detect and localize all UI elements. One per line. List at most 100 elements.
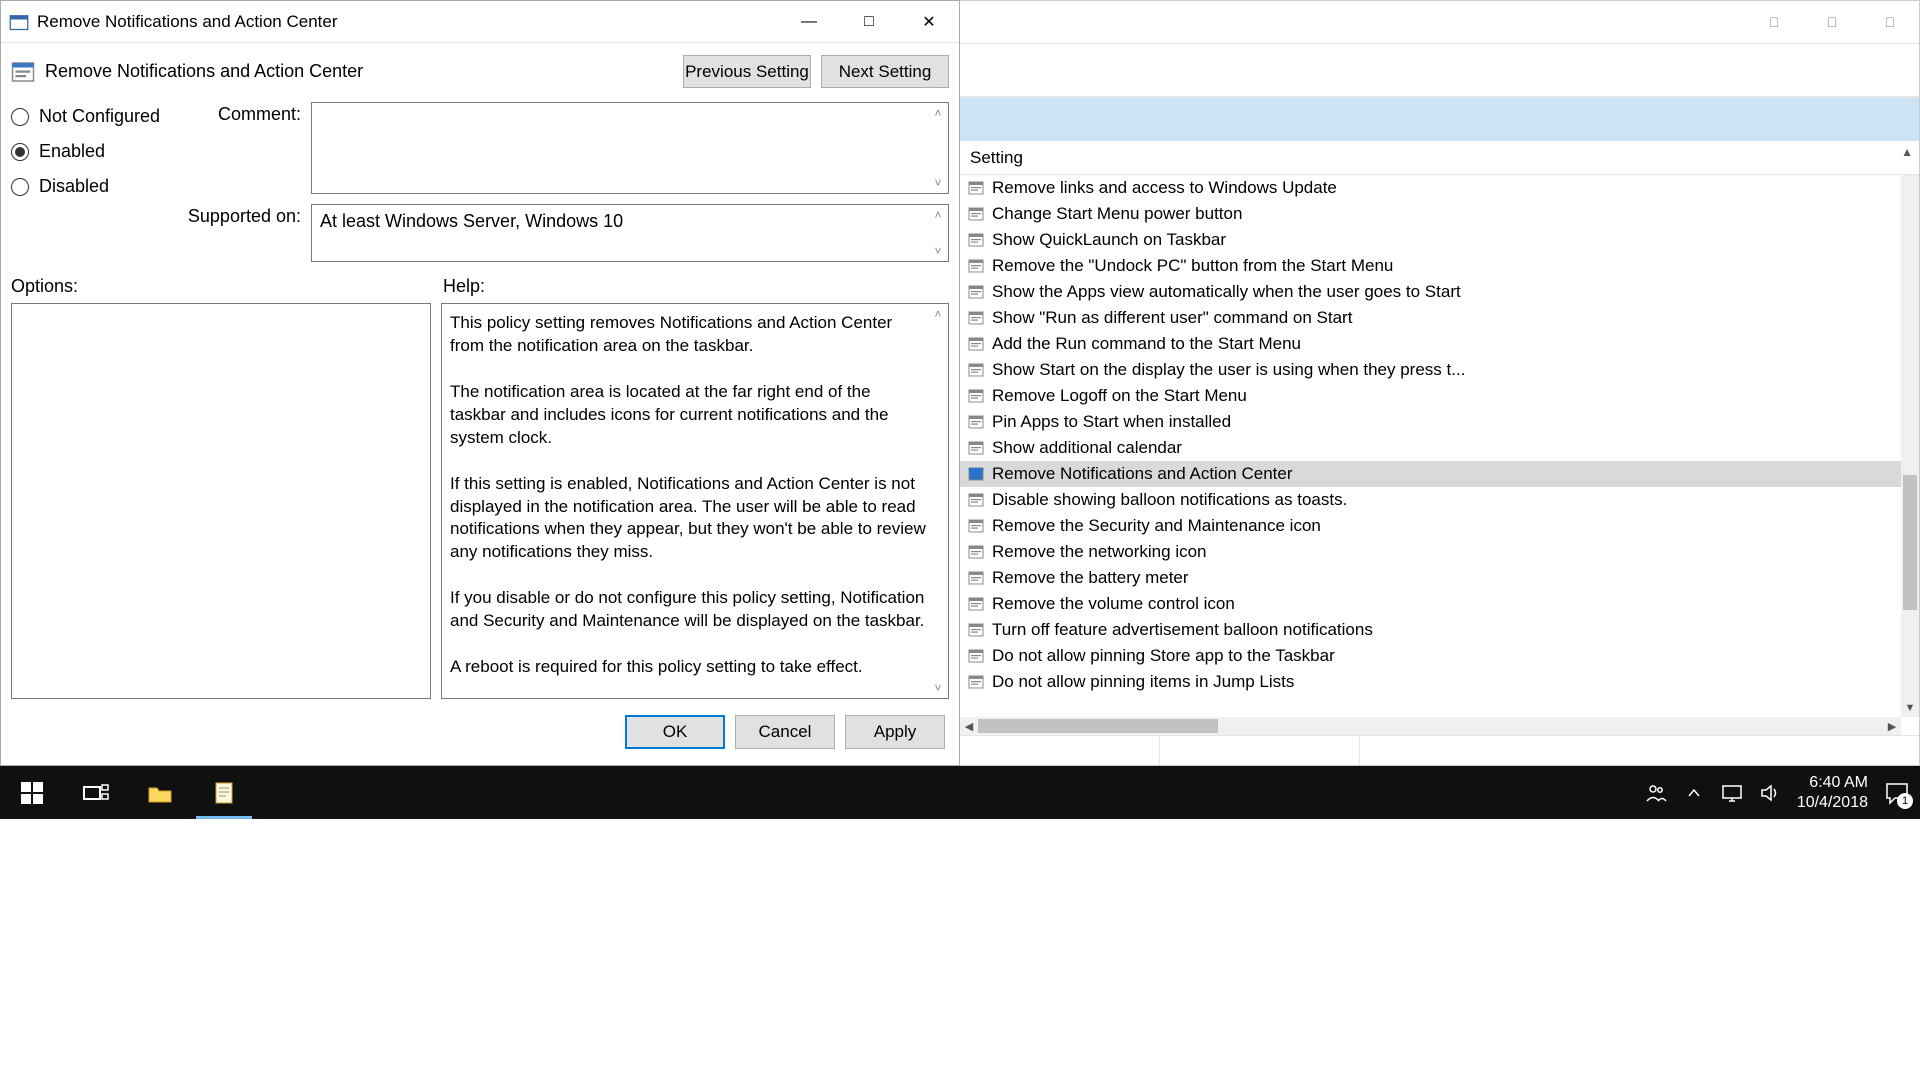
policy-icon bbox=[11, 60, 35, 84]
settings-list-item[interactable]: Change Start Menu power button bbox=[960, 201, 1919, 227]
supported-on-value: At least Windows Server, Windows 10 ˄ ˅ bbox=[311, 204, 949, 262]
volume-icon[interactable] bbox=[1759, 782, 1781, 804]
settings-item-label: Change Start Menu power button bbox=[992, 204, 1242, 224]
dialog-close-button[interactable]: ✕ bbox=[899, 1, 959, 43]
radio-enabled[interactable]: Enabled bbox=[11, 141, 171, 162]
apply-button[interactable]: Apply bbox=[845, 715, 945, 749]
ok-button[interactable]: OK bbox=[625, 715, 725, 749]
settings-list-item[interactable]: Show the Apps view automatically when th… bbox=[960, 279, 1919, 305]
policy-header-row: Remove Notifications and Action Center P… bbox=[1, 43, 959, 94]
scroll-down-icon[interactable]: ˅ bbox=[929, 174, 947, 192]
scroll-right-icon[interactable]: ▶ bbox=[1883, 717, 1901, 735]
gpedit-taskbar-button[interactable] bbox=[192, 766, 256, 819]
settings-item-label: Disable showing balloon notifications as… bbox=[992, 490, 1347, 510]
action-center-button[interactable]: 1 bbox=[1884, 780, 1910, 806]
scroll-down-icon[interactable]: ˅ bbox=[929, 242, 947, 260]
horizontal-scrollbar-thumb[interactable] bbox=[978, 719, 1218, 733]
vertical-scrollbar[interactable]: ▼ bbox=[1901, 175, 1919, 717]
settings-list-item[interactable]: Pin Apps to Start when installed bbox=[960, 409, 1919, 435]
settings-list-item[interactable]: Remove Notifications and Action Center bbox=[960, 461, 1919, 487]
previous-setting-button[interactable]: Previous Setting bbox=[683, 55, 811, 88]
settings-list-item[interactable]: Remove the networking icon bbox=[960, 539, 1919, 565]
settings-list-item[interactable]: Add the Run command to the Start Menu bbox=[960, 331, 1919, 357]
scroll-up-icon[interactable]: ˄ bbox=[929, 104, 947, 122]
help-pane: This policy setting removes Notification… bbox=[441, 303, 949, 699]
network-icon[interactable] bbox=[1721, 782, 1743, 804]
scroll-up-icon[interactable]: ˄ bbox=[929, 305, 947, 323]
options-label: Options: bbox=[11, 276, 443, 297]
mid-labels: Options: Help: bbox=[1, 262, 959, 303]
settings-list-item[interactable]: Remove the volume control icon bbox=[960, 591, 1919, 617]
settings-item-label: Do not allow pinning items in Jump Lists bbox=[992, 672, 1294, 692]
radio-icon bbox=[11, 108, 29, 126]
radio-label: Enabled bbox=[39, 141, 105, 162]
scroll-left-icon[interactable]: ◀ bbox=[960, 717, 978, 735]
taskbar-left bbox=[0, 766, 256, 819]
settings-item-label: Remove the "Undock PC" button from the S… bbox=[992, 256, 1393, 276]
comment-input[interactable]: ˄ ˅ bbox=[311, 102, 949, 194]
task-view-button[interactable] bbox=[64, 766, 128, 819]
cancel-button[interactable]: Cancel bbox=[735, 715, 835, 749]
settings-item-label: Remove Notifications and Action Center bbox=[992, 464, 1293, 484]
radio-disabled[interactable]: Disabled bbox=[11, 176, 171, 197]
state-radio-group: Not Configured Enabled Disabled bbox=[11, 102, 171, 262]
settings-list-item[interactable]: Remove the "Undock PC" button from the S… bbox=[960, 253, 1919, 279]
supported-on-text: At least Windows Server, Windows 10 bbox=[320, 211, 623, 231]
settings-item-label: Show additional calendar bbox=[992, 438, 1182, 458]
minimize-button[interactable]:  bbox=[1745, 1, 1803, 43]
settings-list-item[interactable]: Show QuickLaunch on Taskbar bbox=[960, 227, 1919, 253]
radio-not-configured[interactable]: Not Configured bbox=[11, 106, 171, 127]
settings-list-item[interactable]: Remove links and access to Windows Updat… bbox=[960, 175, 1919, 201]
settings-list-item[interactable]: Show Start on the display the user is us… bbox=[960, 357, 1919, 383]
people-icon[interactable] bbox=[1645, 782, 1667, 804]
radio-label: Not Configured bbox=[39, 106, 160, 127]
start-button[interactable] bbox=[0, 766, 64, 819]
tray-chevron-icon[interactable] bbox=[1683, 782, 1705, 804]
next-setting-button[interactable]: Next Setting bbox=[821, 55, 949, 88]
settings-list-item[interactable]: Show additional calendar bbox=[960, 435, 1919, 461]
gpedit-statusbar bbox=[960, 735, 1919, 765]
settings-item-label: Show Start on the display the user is us… bbox=[992, 360, 1465, 380]
windows-logo-icon bbox=[21, 782, 43, 804]
settings-list[interactable]: Remove links and access to Windows Updat… bbox=[960, 175, 1919, 735]
settings-list-item[interactable]: Show "Run as different user" command on … bbox=[960, 305, 1919, 331]
settings-list-item[interactable]: Do not allow pinning Store app to the Ta… bbox=[960, 643, 1919, 669]
dialog-minimize-button[interactable]: — bbox=[779, 1, 839, 43]
maximize-button[interactable]:  bbox=[1803, 1, 1861, 43]
settings-item-label: Do not allow pinning Store app to the Ta… bbox=[992, 646, 1335, 666]
settings-column-header[interactable]: Setting ▲ bbox=[960, 141, 1919, 175]
taskbar-right: 6:40 AM 10/4/2018 1 bbox=[1635, 766, 1920, 819]
horizontal-scrollbar[interactable]: ◀ ▶ bbox=[960, 717, 1901, 735]
policy-window-icon bbox=[9, 12, 29, 32]
taskbar-clock[interactable]: 6:40 AM 10/4/2018 bbox=[1797, 773, 1868, 811]
policy-name: Remove Notifications and Action Center bbox=[45, 61, 673, 82]
folder-icon bbox=[147, 782, 173, 804]
radio-icon bbox=[11, 143, 29, 161]
gpedit-window:    Setting ▲ Remove links and access … bbox=[960, 0, 1920, 766]
scroll-down-icon[interactable]: ▼ bbox=[1901, 699, 1919, 717]
scroll-up-icon[interactable]: ▲ bbox=[1901, 145, 1913, 159]
settings-list-item[interactable]: Disable showing balloon notifications as… bbox=[960, 487, 1919, 513]
scroll-down-icon[interactable]: ˅ bbox=[929, 679, 947, 697]
settings-item-label: Add the Run command to the Start Menu bbox=[992, 334, 1301, 354]
options-pane bbox=[11, 303, 431, 699]
settings-list-item[interactable]: Remove the Security and Maintenance icon bbox=[960, 513, 1919, 539]
help-text: This policy setting removes Notification… bbox=[450, 312, 930, 679]
close-button[interactable]:  bbox=[1861, 1, 1919, 43]
settings-list-item[interactable]: Turn off feature advertisement balloon n… bbox=[960, 617, 1919, 643]
settings-list-item[interactable]: Do not allow pinning items in Jump Lists bbox=[960, 669, 1919, 695]
settings-item-label: Pin Apps to Start when installed bbox=[992, 412, 1231, 432]
settings-item-label: Remove links and access to Windows Updat… bbox=[992, 178, 1337, 198]
taskbar-time: 6:40 AM bbox=[1797, 773, 1868, 792]
dialog-maximize-button[interactable]: □ bbox=[839, 1, 899, 43]
scroll-up-icon[interactable]: ˄ bbox=[929, 206, 947, 224]
dialog-title: Remove Notifications and Action Center bbox=[37, 12, 779, 32]
empty-area bbox=[0, 819, 1920, 1080]
notification-badge: 1 bbox=[1897, 793, 1913, 809]
vertical-scrollbar-thumb[interactable] bbox=[1903, 475, 1917, 610]
settings-item-label: Show QuickLaunch on Taskbar bbox=[992, 230, 1226, 250]
file-explorer-button[interactable] bbox=[128, 766, 192, 819]
settings-list-item[interactable]: Remove Logoff on the Start Menu bbox=[960, 383, 1919, 409]
taskbar: 6:40 AM 10/4/2018 1 bbox=[0, 766, 1920, 819]
settings-list-item[interactable]: Remove the battery meter bbox=[960, 565, 1919, 591]
